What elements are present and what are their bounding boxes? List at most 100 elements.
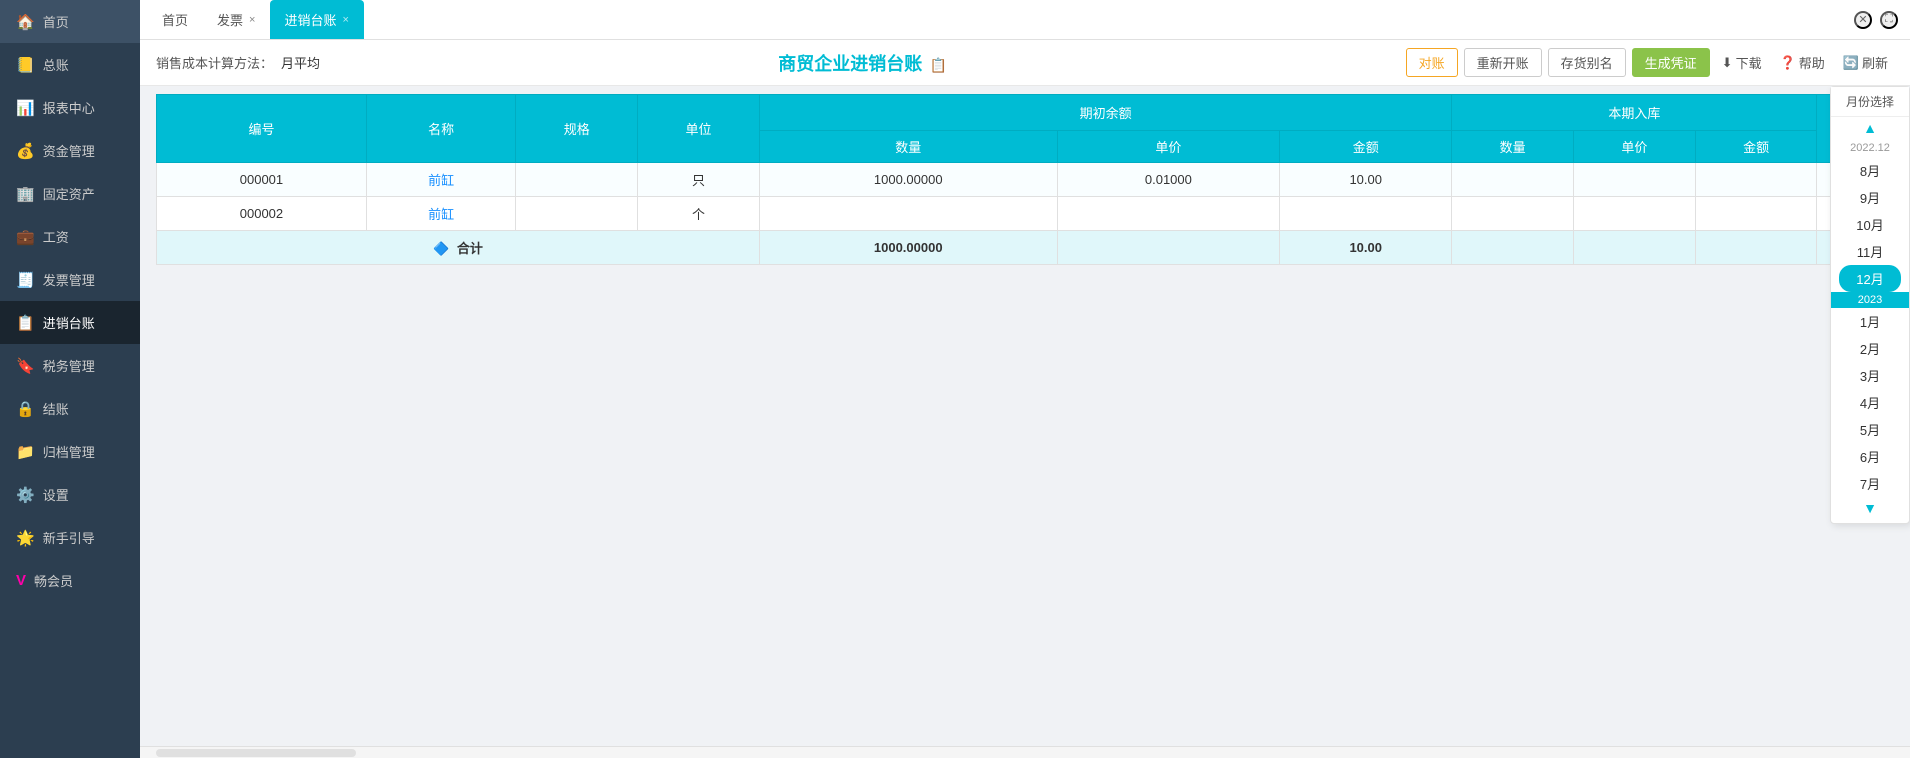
- month-panel-title: 月份选择: [1831, 87, 1909, 117]
- download-button[interactable]: ⬇ 下载: [1716, 49, 1768, 76]
- sidebar-item-salary[interactable]: 💼 工资: [0, 215, 140, 258]
- year-2022-label: 2022.12: [1831, 139, 1909, 157]
- month-item-2023-5[interactable]: 5月: [1831, 416, 1909, 443]
- month-item-2023-7[interactable]: 7月: [1831, 470, 1909, 497]
- cell-name[interactable]: 前缸: [366, 197, 516, 231]
- cell-opening-qty: [759, 197, 1057, 231]
- guide-icon: 🌟: [16, 529, 35, 547]
- cell-inbound-amount: [1695, 163, 1817, 197]
- tab-inventory[interactable]: 进销台账 ×: [270, 0, 363, 39]
- sidebar-item-invoice-mgmt[interactable]: 🧾 发票管理: [0, 258, 140, 301]
- month-item-2023-3[interactable]: 3月: [1831, 362, 1909, 389]
- col-header-inbound: 本期入库: [1452, 95, 1817, 131]
- toolbar-buttons: 对账 重新开账 存货别名 生成凭证 ⬇ 下载 ❓ 帮助 🔄 刷新: [1406, 48, 1894, 77]
- ledger-icon: 📒: [16, 56, 35, 74]
- col-header-opening: 期初余额: [759, 95, 1451, 131]
- col-header-opening-price: 单价: [1057, 131, 1279, 163]
- col-header-opening-amount: 金额: [1280, 131, 1452, 163]
- generate-button[interactable]: 生成凭证: [1632, 48, 1710, 77]
- sidebar-item-inventory[interactable]: 📋 进销台账: [0, 301, 140, 344]
- reopen-button[interactable]: 重新开账: [1464, 48, 1542, 77]
- cell-unit: 只: [638, 163, 760, 197]
- total-label: 合计: [457, 241, 483, 256]
- cell-code: 000002: [157, 197, 367, 231]
- cell-spec: [516, 163, 638, 197]
- cell-opening-amount: [1280, 197, 1452, 231]
- month-item-11[interactable]: 11月: [1831, 238, 1909, 265]
- month-item-12[interactable]: 12月: [1839, 265, 1901, 292]
- table-wrapper: 编号 名称 规格 单位 期初余额 本期入库 数 数量 单价 金额 数: [140, 86, 1910, 746]
- total-inbound-qty: [1452, 231, 1574, 265]
- tab-bar: 首页 发票 × 进销台账 × ✕ ⛶: [140, 0, 1910, 40]
- sidebar-item-label: 报表中心: [43, 98, 95, 117]
- month-item-2023-4[interactable]: 4月: [1831, 389, 1909, 416]
- total-opening-amount: 10.00: [1280, 231, 1452, 265]
- save-alias-button[interactable]: 存货别名: [1548, 48, 1626, 77]
- download-icon: ⬇: [1722, 55, 1733, 71]
- row1-name-link[interactable]: 前缸: [428, 173, 454, 188]
- col-header-inbound-amount: 金额: [1695, 131, 1817, 163]
- sidebar-item-label: 资金管理: [43, 141, 95, 160]
- month-item-2023-6[interactable]: 6月: [1831, 443, 1909, 470]
- refresh-button[interactable]: 🔄 刷新: [1837, 49, 1894, 76]
- tab-inventory-label: 进销台账: [284, 10, 336, 29]
- tax-icon: 🔖: [16, 357, 35, 375]
- tab-home[interactable]: 首页: [148, 0, 203, 39]
- month-item-9[interactable]: 9月: [1831, 184, 1909, 211]
- col-header-name: 名称: [366, 95, 516, 163]
- sidebar-item-member[interactable]: V 畅会员: [0, 559, 140, 602]
- sidebar-item-tax[interactable]: 🔖 税务管理: [0, 344, 140, 387]
- sidebar-item-reports[interactable]: 📊 报表中心: [0, 86, 140, 129]
- table-row: 000002 前缸 个: [157, 197, 1894, 231]
- content-area: 销售成本计算方法： 月平均 商贸企业进销台账 📋 对账 重新开账 存货别名 生成…: [140, 40, 1910, 758]
- sidebar-item-closing[interactable]: 🔒 结账: [0, 387, 140, 430]
- sidebar-item-label: 新手引导: [43, 528, 95, 547]
- sidebar-item-guide[interactable]: 🌟 新手引导: [0, 516, 140, 559]
- row2-name-link[interactable]: 前缸: [428, 207, 454, 222]
- page-title-area: 商贸企业进销台账 📋: [328, 50, 1398, 76]
- month-panel: 月份选择 ▲ 2022.12 8月 9月 10月 11月 12月 2023 1月…: [1830, 86, 1910, 524]
- cell-spec: [516, 197, 638, 231]
- help-button[interactable]: ❓ 帮助: [1774, 49, 1831, 76]
- sidebar-item-ledger[interactable]: 📒 总账: [0, 43, 140, 86]
- sidebar-item-archive[interactable]: 📁 归档管理: [0, 430, 140, 473]
- invoice-mgmt-icon: 🧾: [16, 271, 35, 289]
- sidebar-item-finance[interactable]: 💰 资金管理: [0, 129, 140, 172]
- member-icon: V: [16, 572, 26, 589]
- month-item-10[interactable]: 10月: [1831, 211, 1909, 238]
- col-header-unit: 单位: [638, 95, 760, 163]
- total-inbound-price: [1574, 231, 1696, 265]
- sidebar-item-settings[interactable]: ⚙️ 设置: [0, 473, 140, 516]
- tab-inventory-close[interactable]: ×: [342, 14, 348, 26]
- reports-icon: 📊: [16, 99, 35, 117]
- sidebar-item-assets[interactable]: 🏢 固定资产: [0, 172, 140, 215]
- cell-opening-qty: 1000.00000: [759, 163, 1057, 197]
- reconcile-button[interactable]: 对账: [1406, 48, 1458, 77]
- settings-icon: ⚙️: [16, 486, 35, 504]
- help-icon: ❓: [1780, 55, 1796, 71]
- cell-inbound-price: [1574, 163, 1696, 197]
- month-item-8[interactable]: 8月: [1831, 157, 1909, 184]
- tab-invoice[interactable]: 发票 ×: [203, 0, 270, 39]
- month-item-2023-2[interactable]: 2月: [1831, 335, 1909, 362]
- sidebar-item-home[interactable]: 🏠 首页: [0, 0, 140, 43]
- sidebar-item-label: 首页: [43, 12, 69, 31]
- month-item-2023-1[interactable]: 1月: [1831, 308, 1909, 335]
- sidebar-item-label: 总账: [43, 55, 69, 74]
- month-scroll-down[interactable]: ▼: [1831, 497, 1909, 519]
- inventory-table: 编号 名称 规格 单位 期初余额 本期入库 数 数量 单价 金额 数: [156, 94, 1894, 265]
- tab-home-label: 首页: [162, 10, 188, 29]
- horizontal-scrollbar[interactable]: [156, 749, 356, 757]
- win-controls: ✕ ⛶: [1854, 11, 1902, 29]
- tab-invoice-close[interactable]: ×: [249, 14, 255, 26]
- cell-inbound-price: [1574, 197, 1696, 231]
- cell-name[interactable]: 前缸: [366, 163, 516, 197]
- cost-method-value: 月平均: [281, 53, 320, 72]
- month-scroll-up[interactable]: ▲: [1831, 117, 1909, 139]
- tab-invoice-label: 发票: [217, 10, 243, 29]
- window-close-button[interactable]: ✕: [1854, 11, 1872, 29]
- sidebar-item-label: 归档管理: [43, 442, 95, 461]
- window-maximize-button[interactable]: ⛶: [1880, 11, 1898, 29]
- sidebar-item-label: 工资: [43, 227, 69, 246]
- cell-inbound-qty: [1452, 197, 1574, 231]
